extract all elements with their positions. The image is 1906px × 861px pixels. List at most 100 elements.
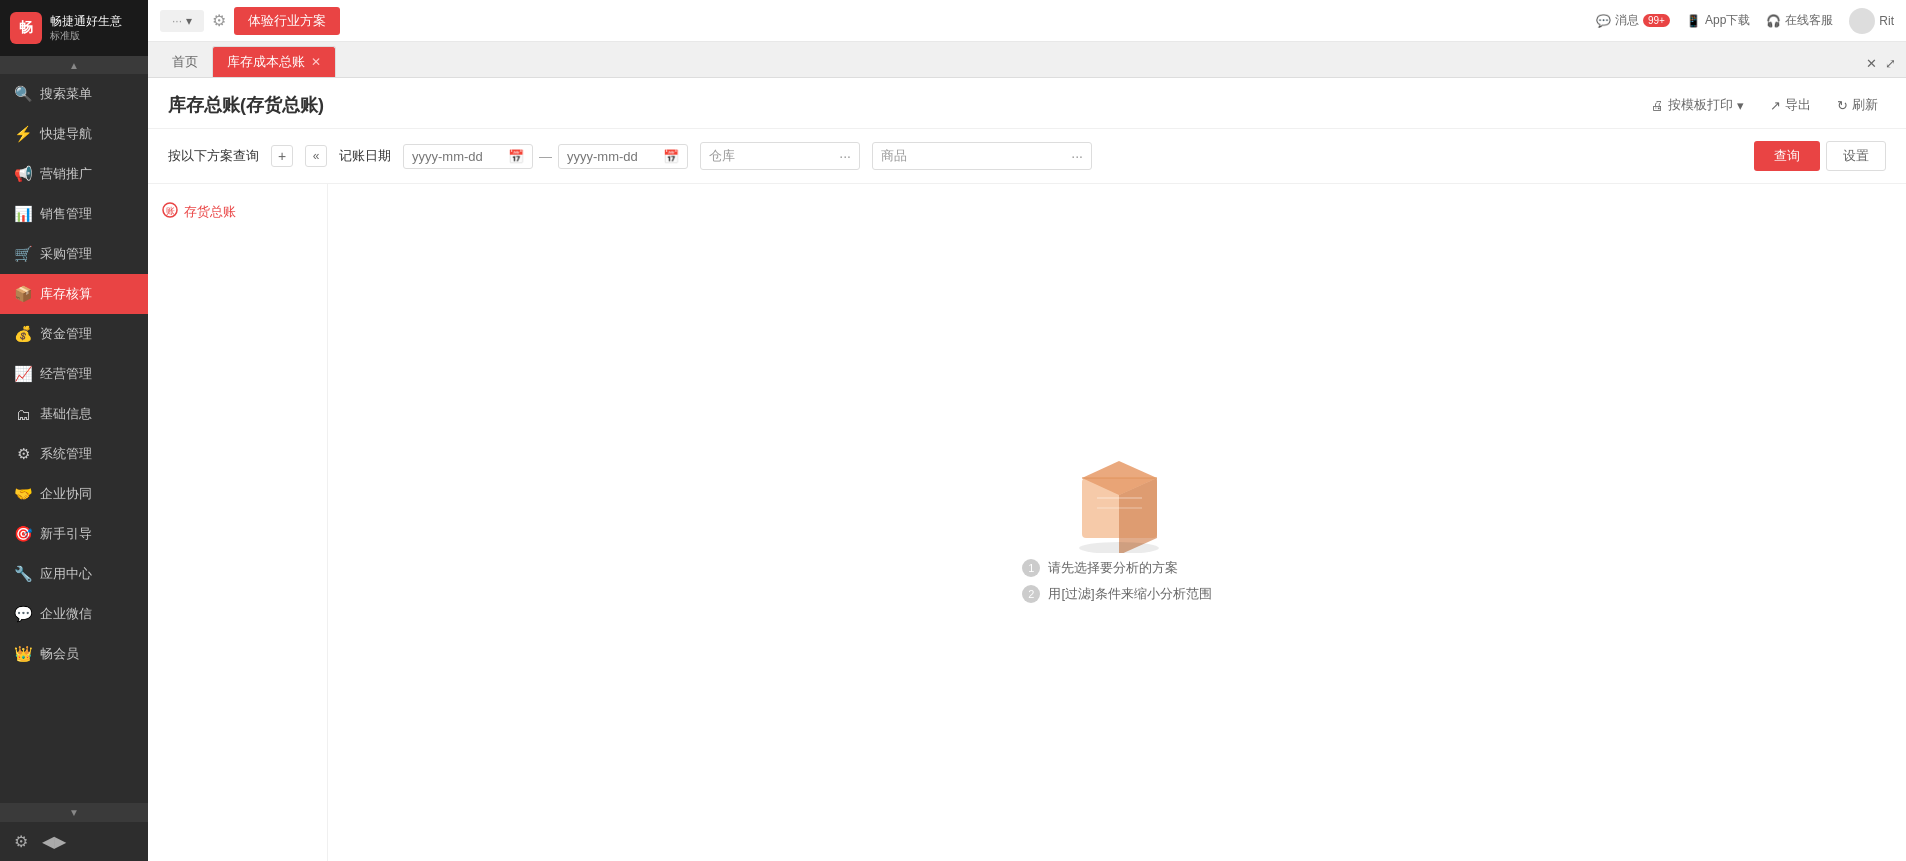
phone-icon: 📱: [1686, 14, 1701, 28]
date-start-field[interactable]: [412, 149, 502, 164]
sidebar: 畅 畅捷通好生意 标准版 ▲ 🔍 搜索菜单 ⚡ 快捷导航 📢 营销推广 📊 销售…: [0, 0, 148, 861]
tabbar: 首页 库存成本总账 ✕ ✕ ⤢: [148, 42, 1906, 78]
inventory-icon: 📦: [14, 285, 32, 303]
empty-state: 1 请先选择要分析的方案 2 用[过滤]条件来缩小分析范围: [328, 184, 1906, 861]
logo-icon: 畅: [10, 12, 42, 44]
sidebar-logo: 畅 畅捷通好生意 标准版: [0, 0, 148, 56]
online-service-label: 在线客服: [1785, 12, 1833, 29]
guide-icon: 🎯: [14, 525, 32, 543]
tab-close-all-icon[interactable]: ✕: [1866, 56, 1877, 71]
page-header: 库存总账(存货总账) 🖨 按模板打印 ▾ ↗ 导出 ↻ 刷新: [148, 78, 1906, 129]
sidebar-item-label: 企业微信: [40, 605, 92, 623]
sidebar-item-label: 营销推广: [40, 165, 92, 183]
avatar: [1849, 8, 1875, 34]
query-button[interactable]: 查询: [1754, 141, 1820, 171]
sidebar-item-guide[interactable]: 🎯 新手引导: [0, 514, 148, 554]
filter-collapse-btn[interactable]: «: [305, 145, 327, 167]
export-icon: ↗: [1770, 98, 1781, 113]
sidebar-item-search[interactable]: 🔍 搜索菜单: [0, 74, 148, 114]
sales-icon: 📊: [14, 205, 32, 223]
refresh-btn[interactable]: ↻ 刷新: [1829, 92, 1886, 118]
sidebar-item-system[interactable]: ⚙ 系统管理: [0, 434, 148, 474]
message-label: 消息: [1615, 12, 1639, 29]
export-label: 导出: [1785, 96, 1811, 114]
industry-btn[interactable]: 体验行业方案: [234, 7, 340, 35]
calendar-icon-2[interactable]: 📅: [663, 149, 679, 164]
tab-close-icon[interactable]: ✕: [311, 56, 321, 68]
sidebar-item-label: 新手引导: [40, 525, 92, 543]
sidebar-item-operation[interactable]: 📈 经营管理: [0, 354, 148, 394]
date-end-input[interactable]: 📅: [558, 144, 688, 169]
scheme-sidebar: 账 存货总账: [148, 184, 328, 861]
sidebar-item-member[interactable]: 👑 畅会员: [0, 634, 148, 674]
sidebar-item-quick-nav[interactable]: ⚡ 快捷导航: [0, 114, 148, 154]
sidebar-item-basic[interactable]: 🗂 基础信息: [0, 394, 148, 434]
print-btn[interactable]: 🖨 按模板打印 ▾: [1643, 92, 1752, 118]
filter-add-btn[interactable]: +: [271, 145, 293, 167]
sidebar-item-finance[interactable]: 💰 资金管理: [0, 314, 148, 354]
user-info[interactable]: Rit: [1849, 8, 1894, 34]
warehouse-more-icon[interactable]: ···: [839, 148, 851, 164]
sidebar-item-label: 快捷导航: [40, 125, 92, 143]
tab-expand-icon[interactable]: ⤢: [1885, 56, 1896, 71]
quick-nav-icon: ⚡: [14, 125, 32, 143]
collapse-footer-icon[interactable]: ◀▶: [42, 832, 66, 851]
svg-text:账: 账: [166, 206, 175, 216]
calendar-icon[interactable]: 📅: [508, 149, 524, 164]
sidebar-item-label: 经营管理: [40, 365, 92, 383]
scheme-item-inventory[interactable]: 账 存货总账: [148, 194, 327, 229]
gear-icon[interactable]: ⚙: [212, 11, 226, 30]
date-end-field[interactable]: [567, 149, 657, 164]
tip-text-2: 用[过滤]条件来缩小分析范围: [1048, 585, 1211, 603]
sidebar-item-label: 基础信息: [40, 405, 92, 423]
sidebar-footer: ⚙ ◀▶: [0, 821, 148, 861]
tab-inventory-label: 库存成本总账: [227, 53, 305, 71]
settings-button[interactable]: 设置: [1826, 141, 1886, 171]
empty-tip-1: 1 请先选择要分析的方案: [1022, 559, 1211, 577]
sidebar-scroll-down[interactable]: ▼: [0, 803, 148, 821]
sidebar-item-app-center[interactable]: 🔧 应用中心: [0, 554, 148, 594]
date-start-input[interactable]: 📅: [403, 144, 533, 169]
app-center-icon: 🔧: [14, 565, 32, 583]
sidebar-item-purchase[interactable]: 🛒 采购管理: [0, 234, 148, 274]
sidebar-item-sales[interactable]: 📊 销售管理: [0, 194, 148, 234]
sidebar-item-wechat[interactable]: 💬 企业微信: [0, 594, 148, 634]
empty-illustration: [1057, 443, 1177, 543]
filter-bar: 按以下方案查询 + « 记账日期 📅 — 📅 仓库 ··· 商品: [148, 129, 1906, 184]
sidebar-item-inventory[interactable]: 📦 库存核算: [0, 274, 148, 314]
sidebar-scroll-up[interactable]: ▲: [0, 56, 148, 74]
app-download-btn[interactable]: 📱 App下载: [1686, 12, 1750, 29]
tab-inventory-ledger[interactable]: 库存成本总账 ✕: [212, 46, 336, 77]
empty-tips: 1 请先选择要分析的方案 2 用[过滤]条件来缩小分析范围: [1022, 559, 1211, 603]
tab-right-icons: ✕ ⤢: [1866, 56, 1896, 71]
message-badge: 99+: [1643, 14, 1670, 27]
sidebar-item-enterprise[interactable]: 🤝 企业协同: [0, 474, 148, 514]
tab-home[interactable]: 首页: [158, 47, 212, 77]
refresh-icon: ↻: [1837, 98, 1848, 113]
warehouse-select[interactable]: 仓库 ···: [700, 142, 860, 170]
sidebar-item-label: 系统管理: [40, 445, 92, 463]
message-btn[interactable]: 💬 消息 99+: [1596, 12, 1670, 29]
main-content: ··· ▾ ⚙ 体验行业方案 💬 消息 99+ 📱 App下载 🎧 在线客服: [148, 0, 1906, 861]
tip-num-2: 2: [1022, 585, 1040, 603]
online-service-btn[interactable]: 🎧 在线客服: [1766, 12, 1833, 29]
sidebar-item-marketing[interactable]: 📢 营销推广: [0, 154, 148, 194]
export-btn[interactable]: ↗ 导出: [1762, 92, 1819, 118]
settings-footer-icon[interactable]: ⚙: [14, 832, 28, 851]
sidebar-item-label: 搜索菜单: [40, 85, 92, 103]
username: Rit: [1879, 14, 1894, 28]
goods-select[interactable]: 商品 ···: [872, 142, 1092, 170]
page-header-actions: 🖨 按模板打印 ▾ ↗ 导出 ↻ 刷新: [1643, 92, 1886, 118]
goods-more-icon[interactable]: ···: [1071, 148, 1083, 164]
breadcrumb[interactable]: ··· ▾: [160, 10, 204, 32]
marketing-icon: 📢: [14, 165, 32, 183]
chevron-down-icon[interactable]: ▾: [1737, 98, 1744, 113]
topbar-left: ··· ▾ ⚙ 体验行业方案: [160, 7, 1588, 35]
goods-label: 商品: [881, 147, 1067, 165]
scheme-item-label: 存货总账: [184, 203, 236, 221]
chevron-down-icon: ▾: [186, 14, 192, 28]
member-icon: 👑: [14, 645, 32, 663]
topbar: ··· ▾ ⚙ 体验行业方案 💬 消息 99+ 📱 App下载 🎧 在线客服: [148, 0, 1906, 42]
operation-icon: 📈: [14, 365, 32, 383]
system-icon: ⚙: [14, 445, 32, 463]
